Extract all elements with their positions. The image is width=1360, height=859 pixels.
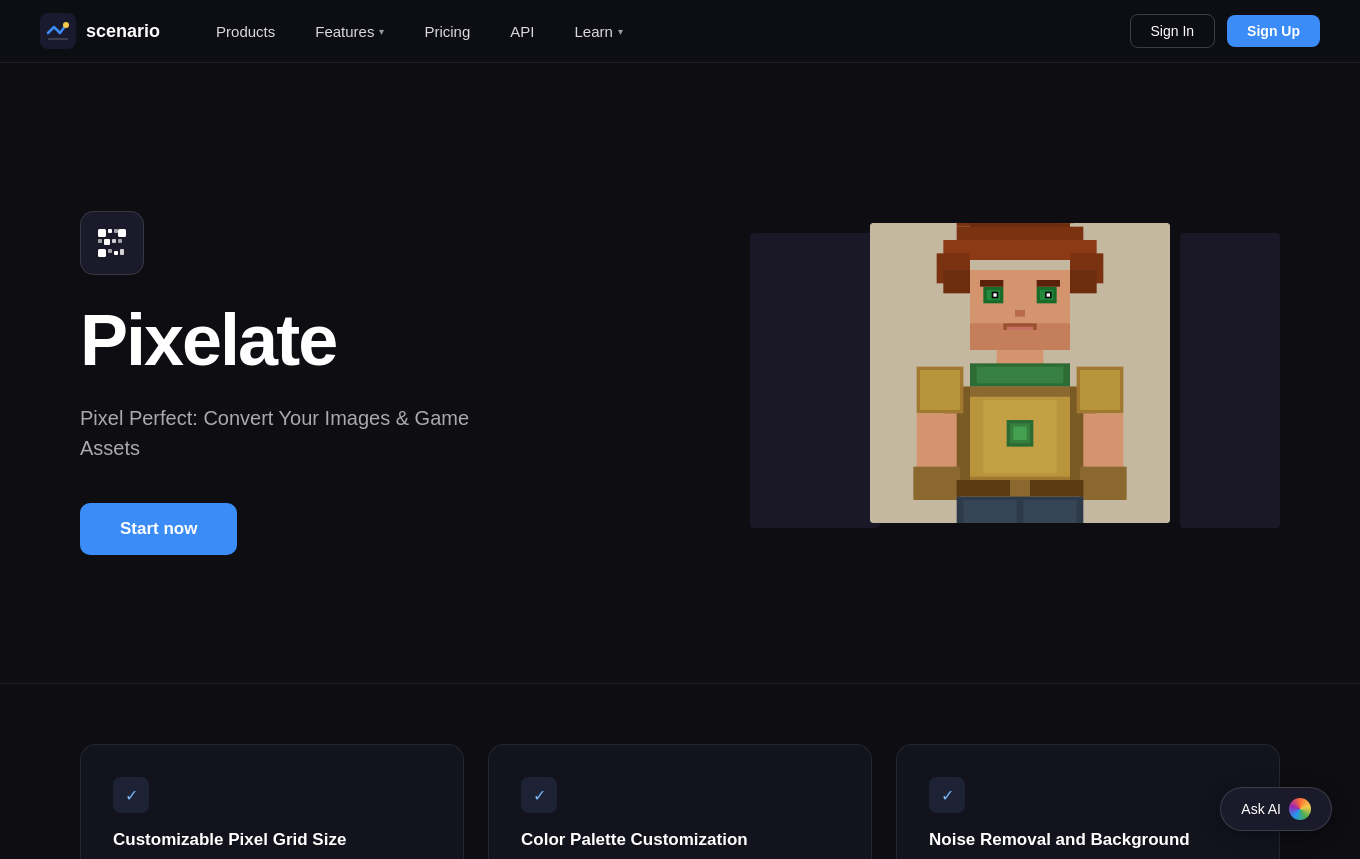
svg-rect-56	[920, 370, 960, 410]
svg-rect-21	[1070, 270, 1097, 293]
hero-panel-left	[750, 233, 880, 528]
svg-rect-8	[112, 239, 116, 243]
navigation: scenario Products Features ▾ Pricing API…	[0, 0, 1360, 63]
svg-rect-7	[104, 239, 110, 245]
nav-links: Products Features ▾ Pricing API Learn ▾	[200, 15, 639, 48]
svg-rect-38	[1015, 310, 1025, 317]
svg-rect-57	[1080, 370, 1120, 410]
start-now-button[interactable]: Start now	[80, 503, 237, 555]
feature-check-icon-1: ✓	[113, 777, 149, 813]
hero-panel-right	[1180, 233, 1280, 528]
svg-rect-3	[108, 229, 112, 233]
hero-section: Pixelate Pixel Perfect: Convert Your Ima…	[0, 63, 1360, 683]
pixelate-product-icon	[94, 225, 130, 261]
ask-ai-orb-icon	[1289, 798, 1311, 820]
logo-text: scenario	[86, 21, 160, 42]
svg-rect-34	[993, 293, 996, 296]
svg-rect-10	[98, 249, 106, 257]
nav-link-features[interactable]: Features ▾	[299, 15, 400, 48]
pixel-art-character	[870, 223, 1170, 523]
svg-point-1	[63, 22, 69, 28]
hero-image-area	[750, 233, 1280, 533]
nav-item-products: Products	[200, 15, 291, 48]
learn-chevron-icon: ▾	[618, 26, 623, 37]
nav-link-products[interactable]: Products	[200, 15, 291, 48]
sign-in-button[interactable]: Sign In	[1130, 14, 1216, 48]
svg-rect-5	[118, 229, 126, 237]
svg-rect-9	[118, 239, 122, 243]
svg-rect-20	[943, 270, 970, 293]
svg-rect-12	[114, 251, 118, 255]
svg-rect-11	[108, 249, 112, 253]
svg-rect-22	[957, 223, 970, 226]
svg-rect-6	[98, 239, 102, 243]
logo-link[interactable]: scenario	[40, 13, 160, 49]
svg-rect-51	[970, 386, 1070, 396]
svg-rect-37	[1037, 280, 1060, 287]
nav-item-learn: Learn ▾	[559, 15, 639, 48]
nav-item-api: API	[494, 15, 550, 48]
svg-rect-40	[1007, 326, 1034, 329]
svg-rect-50	[1013, 426, 1026, 439]
svg-rect-63	[1010, 480, 1030, 497]
feature-check-icon-2: ✓	[521, 777, 557, 813]
feature-title-2: Color Palette Customization	[521, 829, 839, 851]
feature-title-1: Customizable Pixel Grid Size	[113, 829, 431, 851]
hero-panel-center	[870, 223, 1170, 523]
logo-icon	[40, 13, 76, 49]
features-chevron-icon: ▾	[379, 26, 384, 37]
feature-card-color-palette: ✓ Color Palette Customization	[488, 744, 872, 859]
svg-rect-13	[120, 249, 124, 255]
sign-up-button[interactable]: Sign Up	[1227, 15, 1320, 47]
nav-link-learn[interactable]: Learn ▾	[559, 15, 639, 48]
ask-ai-label: Ask AI	[1241, 801, 1281, 817]
nav-link-api[interactable]: API	[494, 15, 550, 48]
nav-right: Sign In Sign Up	[1130, 14, 1320, 48]
nav-item-pricing: Pricing	[408, 15, 486, 48]
svg-rect-61	[1080, 466, 1127, 499]
svg-rect-35	[1047, 293, 1050, 296]
nav-item-features: Features ▾	[299, 15, 400, 48]
hero-content: Pixelate Pixel Perfect: Convert Your Ima…	[80, 211, 500, 555]
feature-check-icon-3: ✓	[929, 777, 965, 813]
nav-left: scenario Products Features ▾ Pricing API…	[40, 13, 639, 49]
svg-rect-2	[98, 229, 106, 237]
svg-rect-65	[963, 500, 1016, 523]
features-section: ✓ Customizable Pixel Grid Size ✓ Color P…	[0, 684, 1360, 859]
hero-subtitle: Pixel Perfect: Convert Your Images & Gam…	[80, 403, 500, 463]
feature-card-pixel-grid: ✓ Customizable Pixel Grid Size	[80, 744, 464, 859]
product-icon-badge	[80, 211, 144, 275]
svg-rect-36	[980, 280, 1003, 287]
hero-title: Pixelate	[80, 303, 500, 379]
svg-rect-66	[1023, 500, 1076, 523]
svg-rect-4	[114, 229, 118, 233]
ask-ai-button[interactable]: Ask AI	[1220, 787, 1332, 831]
nav-link-pricing[interactable]: Pricing	[408, 15, 486, 48]
svg-rect-60	[913, 466, 960, 499]
svg-rect-43	[977, 366, 1064, 383]
feature-title-3: Noise Removal and Background	[929, 829, 1247, 851]
